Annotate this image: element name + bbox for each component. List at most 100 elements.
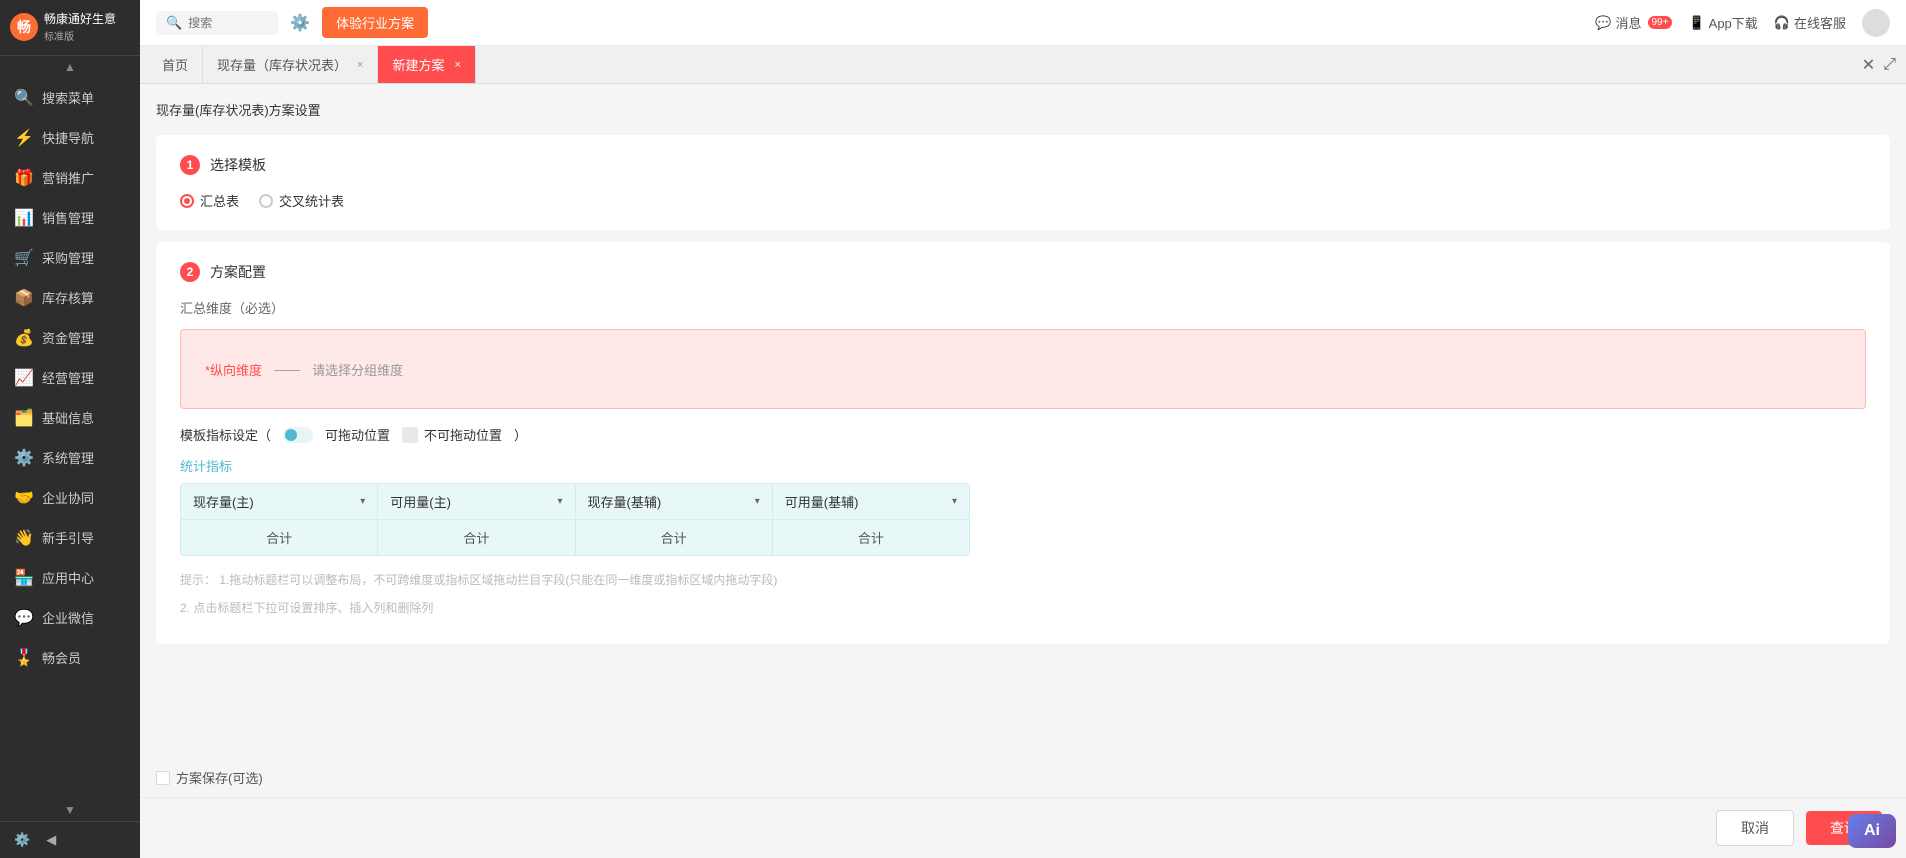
tab-home[interactable]: 首页: [148, 46, 203, 83]
sales-icon: 📊: [14, 208, 34, 228]
section-template: 1 选择模板 汇总表 交叉统计表: [156, 135, 1890, 230]
sidebar-item-label: 库存核算: [42, 288, 94, 307]
appcenter-icon: 🏪: [14, 568, 34, 588]
sidebar-item-collab[interactable]: 🤝 企业协同: [0, 478, 140, 518]
collab-icon: 🤝: [14, 488, 34, 508]
stats-col-header-0[interactable]: 现存量(主) ▾: [181, 484, 377, 520]
sidebar-item-newuser[interactable]: 👋 新手引导: [0, 518, 140, 558]
cancel-button[interactable]: 取消: [1716, 810, 1794, 846]
sidebar-item-purchase[interactable]: 🛒 采购管理: [0, 238, 140, 278]
radio-cross[interactable]: 交叉统计表: [259, 191, 344, 210]
collapse-icon[interactable]: ◀: [46, 832, 56, 848]
app-name: 畅康通好生意: [44, 12, 116, 28]
indicator-nodrag-label: 不可拖动位置: [424, 425, 502, 444]
sidebar-footer: ⚙️ ◀: [0, 821, 140, 858]
sidebar-item-label: 企业微信: [42, 608, 94, 627]
col0-header-label: 现存量(主): [193, 492, 254, 511]
bottom-bar: 取消 查询: [140, 797, 1906, 858]
radio-cross-label: 交叉统计表: [279, 191, 344, 210]
stats-col-body-2: 合计: [576, 520, 772, 555]
topbar-right: 💬 消息 99+ 📱 App下载 🎧 在线客服: [1595, 9, 1890, 37]
sidebar-item-label: 系统管理: [42, 448, 94, 467]
close-new-tab-icon[interactable]: ×: [454, 59, 460, 71]
col2-chevron-icon: ▾: [755, 496, 760, 507]
quicknav-icon: ⚡: [14, 128, 34, 148]
template-radio-group: 汇总表 交叉统计表: [180, 191, 1866, 210]
home-tab-label: 首页: [162, 55, 188, 74]
tip-0: 提示： 1.拖动标题栏可以调整布局，不可跨维度或指标区域拖动拦目字段(只能在同一…: [180, 568, 1866, 592]
search-input[interactable]: [188, 16, 268, 30]
app-download-label: App下载: [1709, 13, 1758, 32]
tab-inventory[interactable]: 现存量（库存状况表） ×: [203, 46, 378, 83]
sidebar-item-inventory[interactable]: 📦 库存核算: [0, 278, 140, 318]
user-avatar[interactable]: [1862, 9, 1890, 37]
app-edition: 标准版: [44, 28, 116, 43]
stats-col-0: 现存量(主) ▾ 合计: [181, 484, 378, 555]
sidebar-item-quicknav[interactable]: ⚡ 快捷导航: [0, 118, 140, 158]
step1-title: 选择模板: [210, 155, 266, 175]
tab-new[interactable]: 新建方案 ×: [378, 46, 475, 83]
topbar-search[interactable]: 🔍: [156, 11, 278, 35]
sidebar-scroll-up[interactable]: ▲: [0, 56, 140, 78]
member-icon: 🎖️: [14, 648, 34, 668]
save-checkbox-box: [156, 771, 170, 785]
sidebar-item-label: 营销推广: [42, 168, 94, 187]
sidebar-item-basic-info[interactable]: 🗂️ 基础信息: [0, 398, 140, 438]
stats-col-header-2[interactable]: 现存量(基辅) ▾: [576, 484, 772, 520]
online-service-label: 在线客服: [1794, 13, 1846, 32]
stats-col-body-1: 合计: [378, 520, 574, 555]
radio-summary[interactable]: 汇总表: [180, 191, 239, 210]
sidebar-item-marketing[interactable]: 🎁 营销推广: [0, 158, 140, 198]
expand-icon[interactable]: ⤢: [1883, 56, 1896, 74]
topbar-left: 🔍 ⚙️ 体验行业方案: [156, 7, 428, 38]
messages-btn[interactable]: 💬 消息 99+: [1595, 13, 1672, 32]
sidebar-item-member[interactable]: 🎖️ 畅会员: [0, 638, 140, 678]
operations-icon: 📈: [14, 368, 34, 388]
dimension-area[interactable]: *纵向维度 —— 请选择分组维度: [180, 329, 1866, 409]
sidebar-item-label: 基础信息: [42, 408, 94, 427]
stats-col-body-3: 合计: [773, 520, 969, 555]
stats-col-3: 可用量(基辅) ▾ 合计: [773, 484, 969, 555]
sidebar-item-system[interactable]: ⚙️ 系统管理: [0, 438, 140, 478]
page-title: 现存量(库存状况表)方案设置: [156, 100, 1890, 119]
sidebar-item-label: 应用中心: [42, 568, 94, 587]
logo-icon: 畅: [10, 13, 38, 41]
online-service-btn[interactable]: 🎧 在线客服: [1774, 13, 1846, 32]
col1-header-label: 可用量(主): [390, 492, 451, 511]
save-checkbox[interactable]: 方案保存(可选): [156, 768, 263, 787]
close-panel-icon[interactable]: ✕: [1862, 55, 1875, 75]
new-tab-label: 新建方案: [392, 55, 444, 74]
sidebar-item-finance[interactable]: 💰 资金管理: [0, 318, 140, 358]
industry-btn[interactable]: 体验行业方案: [322, 7, 428, 38]
stats-col-header-1[interactable]: 可用量(主) ▾: [378, 484, 574, 520]
sidebar-scroll-down[interactable]: ▼: [0, 799, 140, 821]
wechat-icon: 💬: [14, 608, 34, 628]
search-icon: 🔍: [166, 15, 182, 31]
close-inventory-tab-icon[interactable]: ×: [357, 59, 363, 71]
app-download-btn[interactable]: 📱 App下载: [1688, 13, 1757, 32]
stats-label: 统计指标: [180, 456, 1866, 475]
indicator-toggle[interactable]: [283, 427, 313, 443]
gear-icon[interactable]: ⚙️: [290, 13, 310, 33]
indicator-setting: 模板指标设定（ 可拖动位置 不可拖动位置 ）: [180, 425, 1866, 444]
tip-1: 2. 点击标题栏下拉可设置排序、插入列和删除列: [180, 596, 1866, 620]
sidebar-item-operations[interactable]: 📈 经营管理: [0, 358, 140, 398]
tab-expand[interactable]: ✕ ⤢: [1852, 55, 1906, 75]
messages-label: 消息: [1615, 13, 1641, 32]
sidebar-item-appcenter[interactable]: 🏪 应用中心: [0, 558, 140, 598]
stats-col-header-3[interactable]: 可用量(基辅) ▾: [773, 484, 969, 520]
sidebar-item-search[interactable]: 🔍 搜索菜单: [0, 78, 140, 118]
indicator-drag-label: 可拖动位置: [325, 425, 390, 444]
settings-icon[interactable]: ⚙️: [14, 832, 30, 848]
section-config: 2 方案配置 汇总维度（必选） *纵向维度 —— 请选择分组维度 模板指标设定（…: [156, 242, 1890, 644]
radio-summary-dot: [180, 194, 194, 208]
sidebar-item-label: 经营管理: [42, 368, 94, 387]
sidebar-item-sales[interactable]: 📊 销售管理: [0, 198, 140, 238]
sidebar-item-wechat[interactable]: 💬 企业微信: [0, 598, 140, 638]
radio-cross-dot: [259, 194, 273, 208]
dimension-placeholder: 请选择分组维度: [312, 360, 403, 379]
col3-header-label: 可用量(基辅): [785, 492, 859, 511]
ai-button[interactable]: Ai: [1848, 814, 1896, 848]
sidebar: 畅 畅康通好生意 标准版 ▲ 🔍 搜索菜单 ⚡ 快捷导航 🎁 营销推广 📊 销售…: [0, 0, 140, 858]
dimension-label: 汇总维度（必选）: [180, 298, 1866, 317]
